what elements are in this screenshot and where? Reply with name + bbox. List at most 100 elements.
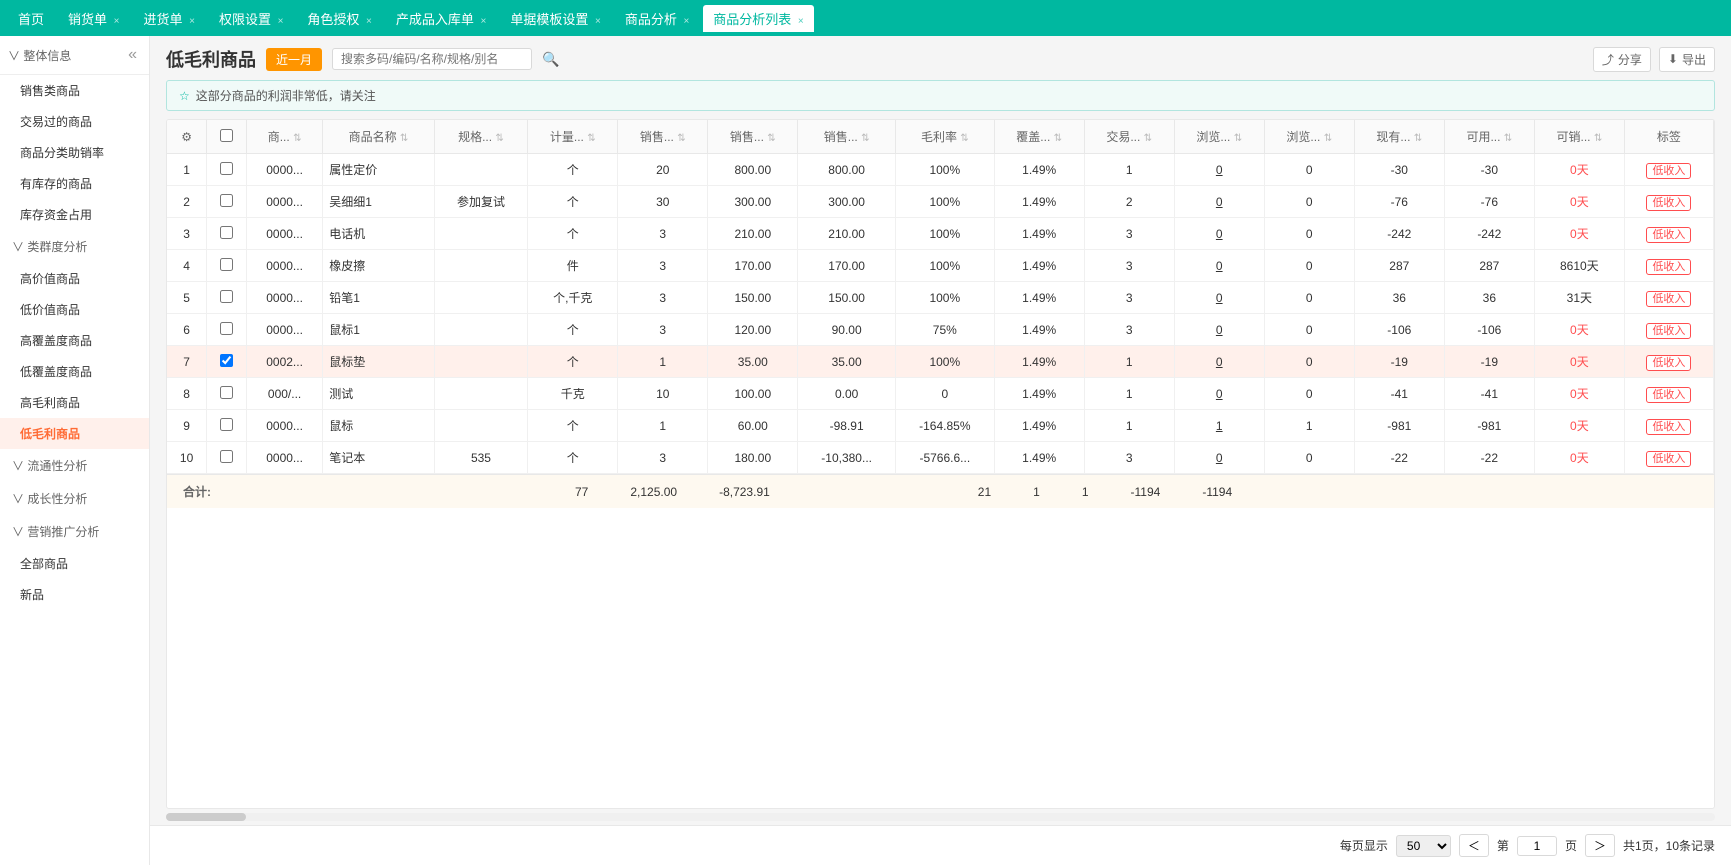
- col-gross-margin[interactable]: 毛利率 ⇅: [895, 120, 994, 154]
- row-checkbox[interactable]: [220, 354, 233, 367]
- cell-current-stock: -76: [1354, 186, 1444, 218]
- export-button[interactable]: ⬇ 导出: [1659, 47, 1715, 72]
- cell-checkbox[interactable]: [207, 218, 247, 250]
- col-code[interactable]: 商... ⇅: [247, 120, 323, 154]
- cell-browse1[interactable]: 0: [1174, 186, 1264, 218]
- row-checkbox[interactable]: [220, 194, 233, 207]
- sidebar-item-low-margin[interactable]: 低毛利商品: [0, 418, 149, 449]
- col-coverage[interactable]: 覆盖... ⇅: [994, 120, 1084, 154]
- footer-browse2: 1: [1082, 485, 1089, 499]
- col-spec[interactable]: 规格... ⇅: [434, 120, 528, 154]
- col-unit[interactable]: 计量... ⇅: [528, 120, 618, 154]
- cell-browse1[interactable]: 0: [1174, 346, 1264, 378]
- sidebar-item-stock-goods[interactable]: 有库存的商品: [0, 168, 149, 199]
- cell-sales-amount: 150.00: [708, 282, 798, 314]
- col-saleable[interactable]: 可销... ⇅: [1534, 120, 1624, 154]
- cell-current-stock: -242: [1354, 218, 1444, 250]
- cell-checkbox[interactable]: [207, 154, 247, 186]
- cell-sales-profit: 800.00: [798, 154, 896, 186]
- col-current-stock[interactable]: 现有... ⇅: [1354, 120, 1444, 154]
- sidebar-item-all-goods[interactable]: 全部商品: [0, 548, 149, 579]
- search-button[interactable]: 🔍: [542, 51, 559, 68]
- cell-sales-amount: 180.00: [708, 442, 798, 474]
- page-size-select[interactable]: 50 100 200: [1396, 835, 1451, 857]
- cell-browse1[interactable]: 0: [1174, 250, 1264, 282]
- cell-browse1[interactable]: 1: [1174, 410, 1264, 442]
- search-input[interactable]: [332, 48, 532, 70]
- sidebar-item-low-value[interactable]: 低价值商品: [0, 294, 149, 325]
- row-checkbox[interactable]: [220, 290, 233, 303]
- data-table-container: ⚙ 商... ⇅ 商品名称 ⇅ 规格... ⇅ 计量... ⇅ 销售... ⇅ …: [166, 119, 1715, 809]
- row-checkbox[interactable]: [220, 162, 233, 175]
- col-sales-profit[interactable]: 销售... ⇅: [798, 120, 896, 154]
- sidebar-item-stock-funds[interactable]: 库存资金占用: [0, 199, 149, 230]
- nav-home[interactable]: 首页: [8, 5, 54, 32]
- cell-checkbox[interactable]: [207, 346, 247, 378]
- cell-code: 0000...: [247, 282, 323, 314]
- cell-coverage: 1.49%: [994, 218, 1084, 250]
- cell-sales-amount: 100.00: [708, 378, 798, 410]
- sidebar-item-category-rate[interactable]: 商品分类助销率: [0, 137, 149, 168]
- col-browse2[interactable]: 浏览... ⇅: [1264, 120, 1354, 154]
- cell-unit: 件: [528, 250, 618, 282]
- next-page-button[interactable]: ＞: [1585, 834, 1615, 857]
- cell-browse1[interactable]: 0: [1174, 154, 1264, 186]
- col-available[interactable]: 可用... ⇅: [1444, 120, 1534, 154]
- row-checkbox[interactable]: [220, 258, 233, 271]
- cell-saleable: 31天: [1534, 282, 1624, 314]
- nav-template-settings[interactable]: 单据模板设置 ×: [500, 5, 610, 32]
- cell-browse1[interactable]: 0: [1174, 314, 1264, 346]
- sidebar-item-sales-goods[interactable]: 销售类商品: [0, 75, 149, 106]
- col-checkbox[interactable]: [207, 120, 247, 154]
- row-checkbox[interactable]: [220, 226, 233, 239]
- nav-product-analysis-list[interactable]: 商品分析列表 ×: [703, 5, 813, 32]
- col-tag[interactable]: 标签: [1624, 120, 1713, 154]
- table-row: 10 0000... 笔记本 535 个 3 180.00 -10,380...…: [167, 442, 1714, 474]
- sidebar-item-low-coverage[interactable]: 低覆盖度商品: [0, 356, 149, 387]
- col-trade-count[interactable]: 交易... ⇅: [1084, 120, 1174, 154]
- cell-browse1[interactable]: 0: [1174, 282, 1264, 314]
- cell-checkbox[interactable]: [207, 186, 247, 218]
- sidebar-item-high-coverage[interactable]: 高覆盖度商品: [0, 325, 149, 356]
- col-browse1[interactable]: 浏览... ⇅: [1174, 120, 1264, 154]
- cell-checkbox[interactable]: [207, 250, 247, 282]
- row-checkbox[interactable]: [220, 386, 233, 399]
- cell-coverage: 1.49%: [994, 314, 1084, 346]
- col-settings[interactable]: ⚙: [167, 120, 207, 154]
- cell-checkbox[interactable]: [207, 378, 247, 410]
- nav-permissions[interactable]: 权限设置 ×: [209, 5, 293, 32]
- cell-checkbox[interactable]: [207, 282, 247, 314]
- scrollbar-thumb[interactable]: [166, 813, 246, 821]
- row-checkbox[interactable]: [220, 322, 233, 335]
- footer-current-stock: -1194: [1131, 485, 1161, 499]
- cell-checkbox[interactable]: [207, 314, 247, 346]
- share-button[interactable]: ⤴ 分享: [1593, 47, 1651, 72]
- sidebar-item-high-value[interactable]: 高价值商品: [0, 263, 149, 294]
- col-sales-qty[interactable]: 销售... ⇅: [618, 120, 708, 154]
- page-number-input[interactable]: [1517, 836, 1557, 856]
- cell-checkbox[interactable]: [207, 410, 247, 442]
- sidebar-collapse-btn[interactable]: «: [124, 42, 141, 68]
- cell-browse1[interactable]: 0: [1174, 442, 1264, 474]
- sidebar-item-new-goods[interactable]: 新品: [0, 579, 149, 610]
- cell-browse1[interactable]: 0: [1174, 378, 1264, 410]
- row-checkbox[interactable]: [220, 450, 233, 463]
- horizontal-scrollbar[interactable]: [166, 813, 1715, 821]
- nav-product-analysis[interactable]: 商品分析 ×: [615, 5, 699, 32]
- cell-tag: 低收入: [1624, 186, 1713, 218]
- select-all-checkbox[interactable]: [220, 129, 233, 142]
- notice-text: 这部分商品的利润非常低，请关注: [196, 87, 376, 104]
- col-name[interactable]: 商品名称 ⇅: [323, 120, 435, 154]
- cell-checkbox[interactable]: [207, 442, 247, 474]
- nav-product-entry[interactable]: 产成品入库单 ×: [386, 5, 496, 32]
- nav-role-auth[interactable]: 角色授权 ×: [297, 5, 381, 32]
- nav-sales[interactable]: 销货单 ×: [58, 5, 129, 32]
- sidebar-item-traded-goods[interactable]: 交易过的商品: [0, 106, 149, 137]
- filter-button[interactable]: 近一月: [266, 48, 322, 71]
- row-checkbox[interactable]: [220, 418, 233, 431]
- col-sales-amount[interactable]: 销售... ⇅: [708, 120, 798, 154]
- prev-page-button[interactable]: ＜: [1459, 834, 1489, 857]
- nav-purchase[interactable]: 进货单 ×: [133, 5, 204, 32]
- cell-browse1[interactable]: 0: [1174, 218, 1264, 250]
- sidebar-item-high-margin[interactable]: 高毛利商品: [0, 387, 149, 418]
